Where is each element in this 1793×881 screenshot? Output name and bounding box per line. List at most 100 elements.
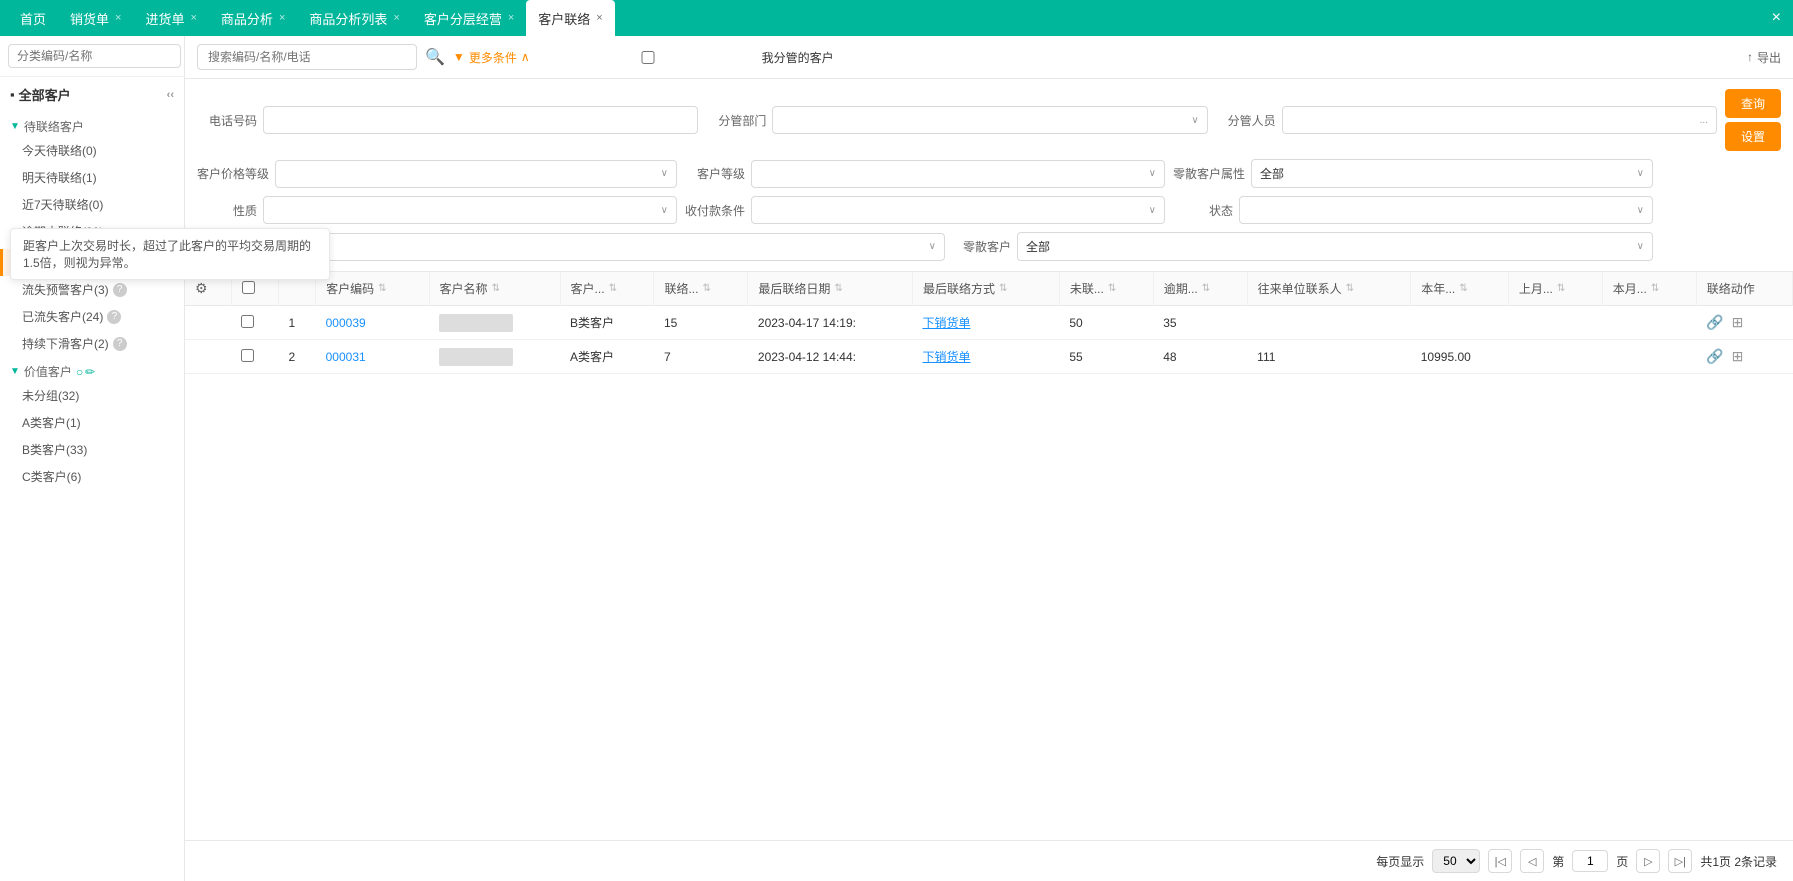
customer-type-select[interactable]: ∨ <box>309 233 945 261</box>
value-group-edit-icon[interactable]: ○ <box>76 365 83 379</box>
customer-level-select[interactable]: ∨ <box>751 160 1165 188</box>
tab-purchase[interactable]: 进货单 × <box>133 0 208 36</box>
method-sort-icon[interactable]: ⇅ <box>999 283 1007 294</box>
sidebar-item-class-b[interactable]: B类客户(33) <box>0 436 184 463</box>
search-input[interactable] <box>197 44 417 70</box>
sidebar-search-input[interactable] <box>8 44 181 68</box>
next-page-btn[interactable]: ▷ <box>1636 849 1660 873</box>
my-customers-checkbox[interactable]: 我分管的客户 <box>538 49 834 66</box>
value-customer-group[interactable]: ▼ 价值客户 ○ ✏ <box>0 357 184 382</box>
filter-price-level: 客户价格等级 ∨ <box>197 160 677 188</box>
row1-link-icon[interactable]: 🔗 <box>1706 314 1723 331</box>
sidebar-item-churned[interactable]: 已流失客户(24) ? <box>0 303 184 330</box>
sidebar-item-class-c[interactable]: C类客户(6) <box>0 463 184 490</box>
tab-sales-close[interactable]: × <box>115 12 121 24</box>
content-area: 🔍 ▼ 更多条件 ∧ 我分管的客户 ↑ 导出 电话号码 <box>185 36 1793 881</box>
search-button[interactable]: 🔍 <box>425 47 445 67</box>
department-select[interactable]: ∨ <box>772 106 1207 134</box>
tab-sales[interactable]: 销货单 × <box>58 0 133 36</box>
last-month-sort-icon[interactable]: ⇅ <box>1557 283 1565 294</box>
row1-checkbox[interactable] <box>241 315 254 328</box>
retail-customer-select[interactable]: 全部 ∨ <box>1017 232 1653 261</box>
overdue-sort-icon[interactable]: ⇅ <box>1202 283 1210 294</box>
row2-grid-icon[interactable]: ⊞ <box>1732 348 1744 365</box>
payment-chevron: ∨ <box>1149 205 1156 216</box>
action-buttons: 查询 设置 <box>1725 89 1781 151</box>
my-customers-check[interactable] <box>538 51 758 64</box>
page-number-input[interactable] <box>1572 850 1608 872</box>
row2-contact: 7 <box>654 340 748 374</box>
sidebar-item-7days[interactable]: 近7天待联络(0) <box>0 191 184 218</box>
filter-status: 状态 ∨ <box>1173 196 1653 224</box>
type-sort-icon[interactable]: ⇅ <box>609 283 617 294</box>
churn-warning-badge: ? <box>113 283 127 297</box>
settings-button[interactable]: 设置 <box>1725 122 1781 151</box>
code-sort-icon[interactable]: ⇅ <box>378 283 386 294</box>
tab-analysis-list-close[interactable]: × <box>393 12 399 24</box>
level-chevron: ∨ <box>1149 168 1156 179</box>
export-button[interactable]: ↑ 导出 <box>1747 49 1781 66</box>
type-chevron: ∨ <box>929 241 936 252</box>
table-settings-icon[interactable]: ⚙ <box>195 280 208 296</box>
filter-row-1: 电话号码 分管部门 ∨ 分管人员 ... <box>197 89 1781 151</box>
sidebar-item-churn-warning[interactable]: 流失预警客户(3) ? <box>0 276 184 303</box>
uncontacted-sort-icon[interactable]: ⇅ <box>1108 283 1116 294</box>
th-overdue: 逾期... ⇅ <box>1153 272 1247 306</box>
row2-last-method[interactable]: 下销货单 <box>912 340 1059 374</box>
close-all-tabs[interactable]: × <box>1772 9 1781 27</box>
sidebar-item-class-a[interactable]: A类客户(1) <box>0 409 184 436</box>
name-sort-icon[interactable]: ⇅ <box>492 283 500 294</box>
tab-customer-segment-close[interactable]: × <box>508 12 514 24</box>
unit-sort-icon[interactable]: ⇅ <box>1346 283 1354 294</box>
customer-table: ⚙ 客户编码 ⇅ <box>185 272 1793 374</box>
gender-select[interactable]: ∨ <box>263 196 677 224</box>
tab-purchase-close[interactable]: × <box>190 12 196 24</box>
retail-attr-select[interactable]: 全部 ∨ <box>1251 159 1653 188</box>
year-sort-icon[interactable]: ⇅ <box>1459 283 1467 294</box>
prev-page-btn[interactable]: ◁ <box>1520 849 1544 873</box>
select-all-checkbox[interactable] <box>242 281 255 294</box>
row2-type: A类客户 <box>560 340 654 374</box>
last-page-btn[interactable]: ▷| <box>1668 849 1692 873</box>
more-conditions-btn[interactable]: ▼ 更多条件 ∧ <box>453 49 530 66</box>
value-group-settings-icon[interactable]: ✏ <box>85 365 95 379</box>
total-records-label: 共1页 2条记录 <box>1700 853 1777 870</box>
per-page-select[interactable]: 50 <box>1432 849 1480 873</box>
query-button[interactable]: 查询 <box>1725 89 1781 118</box>
row1-last-method[interactable]: 下销货单 <box>912 306 1059 340</box>
manager-select[interactable]: ... <box>1282 106 1717 134</box>
tab-analysis[interactable]: 商品分析 × <box>209 0 297 36</box>
row1-code[interactable]: 000039 <box>316 306 429 340</box>
status-select[interactable]: ∨ <box>1239 196 1653 224</box>
row2-checkbox[interactable] <box>241 349 254 362</box>
tab-customer-contact[interactable]: 客户联络 × <box>526 0 614 36</box>
sidebar-item-today[interactable]: 今天待联络(0) <box>0 137 184 164</box>
tab-home[interactable]: 首页 <box>8 0 58 36</box>
table-row: 2 000031 ████ A类客户 7 2023-04-12 14:44: 下… <box>185 340 1793 374</box>
sidebar-item-declining[interactable]: 持续下滑客户(2) ? <box>0 330 184 357</box>
all-customers-header[interactable]: ▪ 全部客户 ‹‹ <box>0 77 184 112</box>
filter-retail-customer: 零散客户 全部 ∨ <box>951 232 1653 261</box>
filter-icon: ▼ <box>453 50 465 64</box>
price-level-select[interactable]: ∨ <box>275 160 677 188</box>
th-uncontacted: 未联... ⇅ <box>1059 272 1153 306</box>
sidebar-item-tomorrow[interactable]: 明天待联络(1) <box>0 164 184 191</box>
row2-link-icon[interactable]: 🔗 <box>1706 348 1723 365</box>
tab-customer-segment[interactable]: 客户分层经营 × <box>412 0 526 36</box>
row1-grid-icon[interactable]: ⊞ <box>1732 314 1744 331</box>
price-level-label: 客户价格等级 <box>197 165 269 182</box>
date-sort-icon[interactable]: ⇅ <box>834 283 842 294</box>
row2-code[interactable]: 000031 <box>316 340 429 374</box>
row1-settings-cell <box>185 306 231 340</box>
contact-sort-icon[interactable]: ⇅ <box>702 283 710 294</box>
tab-analysis-close[interactable]: × <box>279 12 285 24</box>
payment-terms-select[interactable]: ∨ <box>751 196 1165 224</box>
tab-analysis-list[interactable]: 商品分析列表 × <box>297 0 411 36</box>
month-sort-icon[interactable]: ⇅ <box>1651 283 1659 294</box>
sidebar-item-ungrouped[interactable]: 未分组(32) <box>0 382 184 409</box>
first-page-btn[interactable]: |◁ <box>1488 849 1512 873</box>
pending-contact-group[interactable]: ▼ 待联络客户 <box>0 112 184 137</box>
tab-customer-contact-close[interactable]: × <box>596 12 602 24</box>
table-header-row: ⚙ 客户编码 ⇅ <box>185 272 1793 306</box>
phone-select[interactable] <box>263 106 698 134</box>
